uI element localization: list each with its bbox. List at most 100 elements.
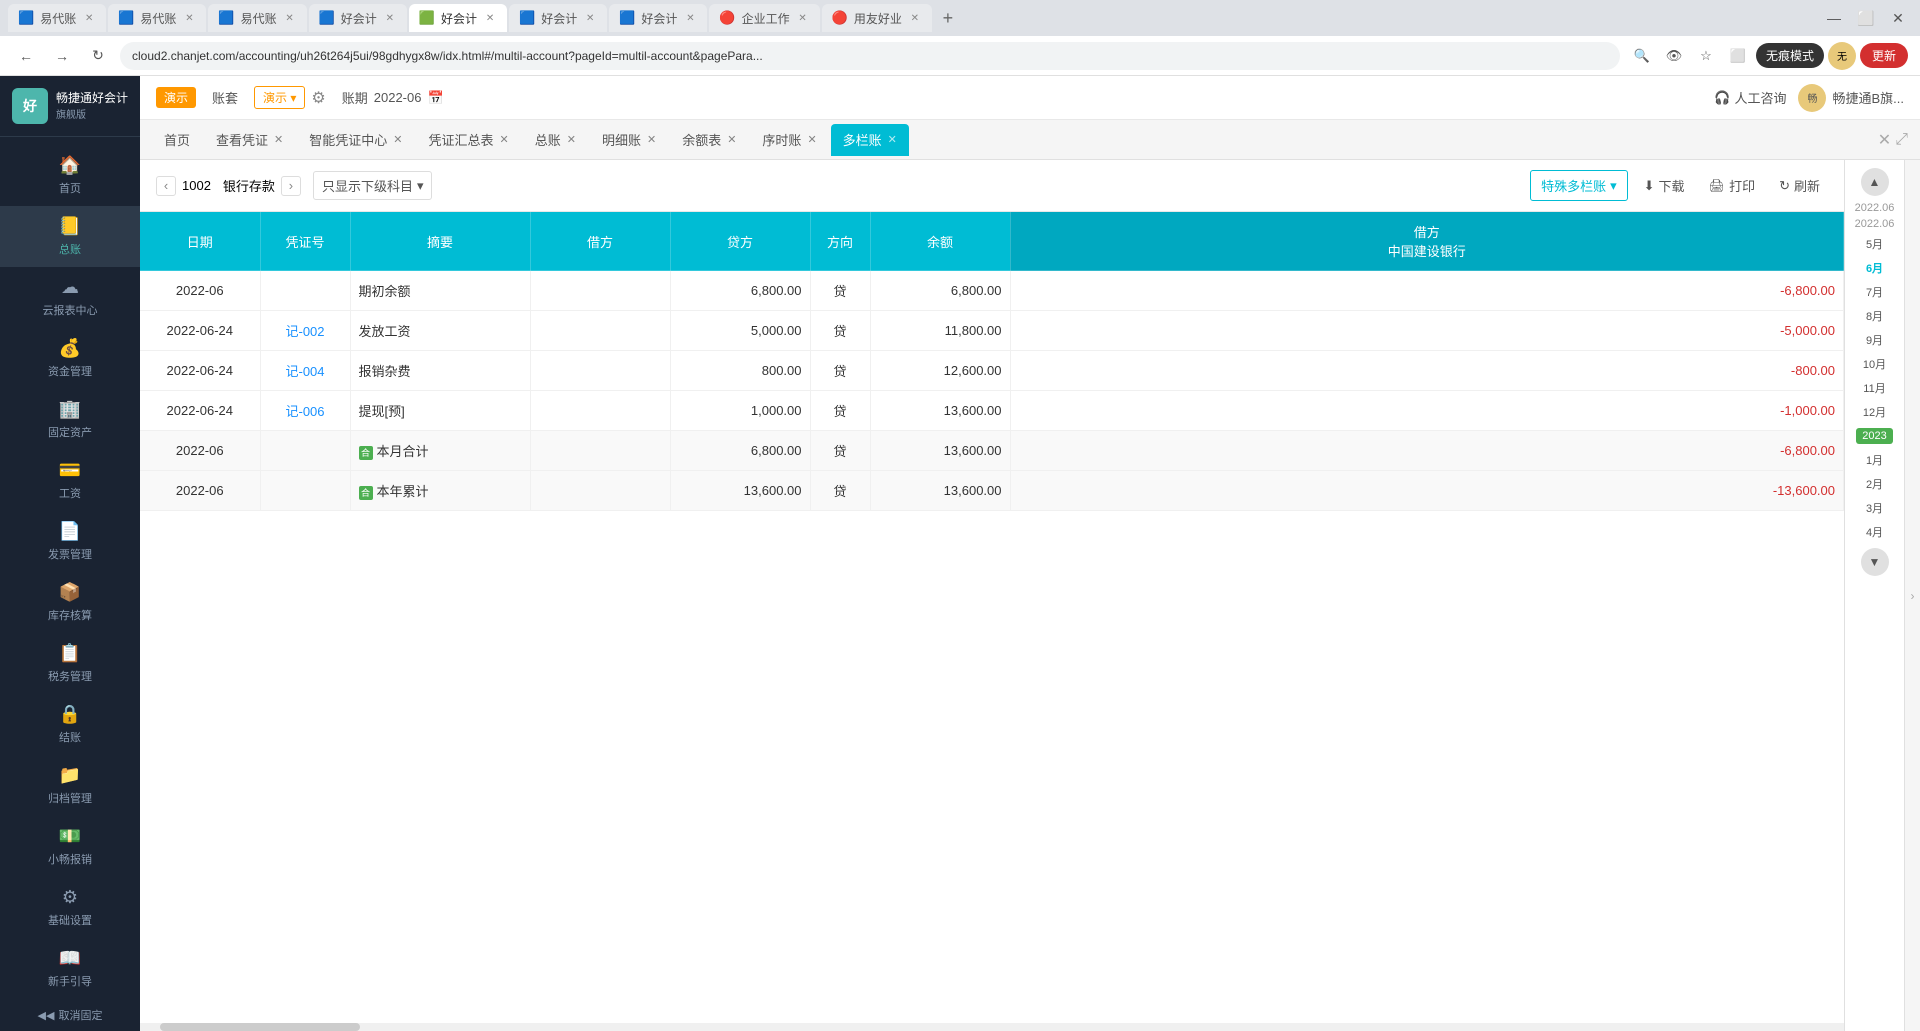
user-avatar-browser[interactable]: 无 [1828,42,1856,70]
search-icon[interactable]: 🔍 [1628,42,1656,70]
tab-detail-ledger-close[interactable]: ✕ [647,133,656,146]
download-button[interactable]: ⬇ 下载 [1636,171,1693,200]
tab-voucher-summary-close[interactable]: ✕ [500,133,509,146]
timeline-month-7[interactable]: 7月 [1845,280,1904,304]
sidebar-item-guide[interactable]: 📖 新手引导 [0,938,140,999]
timeline-month-9[interactable]: 9月 [1845,328,1904,352]
timeline-month-12[interactable]: 12月 [1845,400,1904,424]
tab-voucher-summary[interactable]: 凭证汇总表 ✕ [416,124,520,156]
browser-tab-4[interactable]: 🟦 好会计 ✕ [309,4,407,32]
refresh-button[interactable]: ↻ [84,42,112,70]
sidebar-item-archive[interactable]: 📁 归档管理 [0,755,140,816]
browser-tab-6[interactable]: 🟦 好会计 ✕ [509,4,607,32]
forward-button[interactable]: → [48,42,76,70]
timeline-scroll-up[interactable]: ▲ [1861,168,1889,196]
sidebar-item-home[interactable]: 🏠 首页 [0,145,140,206]
no-trace-icon[interactable]: 👁 [1660,42,1688,70]
sidebar-item-close[interactable]: 🔒 结账 [0,694,140,755]
demo-dropdown-button[interactable]: 演示 ▾ [254,86,305,109]
sidebar-item-salary[interactable]: 💳 工资 [0,450,140,511]
tab-general-ledger[interactable]: 总账 ✕ [523,124,588,156]
subject-filter-dropdown[interactable]: 只显示下级科目 ▾ [313,171,433,200]
special-multicolumn-button[interactable]: 特殊多栏账 ▾ [1530,170,1628,201]
tab-detail-ledger[interactable]: 明细账 ✕ [590,124,668,156]
right-collapse-panel[interactable]: › [1904,160,1920,1031]
url-input[interactable]: cloud2.chanjet.com/accounting/uh26t264j5… [120,42,1620,70]
tab-close-4[interactable]: ✕ [383,11,397,25]
sidebar-item-expense[interactable]: 💵 小畅报销 [0,816,140,877]
subject-next-button[interactable]: › [281,176,301,196]
timeline-2023-month-1[interactable]: 1月 [1845,448,1904,472]
tab-voucher-view-close[interactable]: ✕ [274,133,283,146]
expand-panel-button[interactable]: ⤢ [1895,131,1908,149]
timeline-2023-month-3[interactable]: 3月 [1845,496,1904,520]
new-tab-button[interactable]: + [934,4,962,32]
cell-voucher[interactable]: 记-004 [260,351,350,391]
tab-home[interactable]: 首页 [152,124,202,156]
timeline-month-5[interactable]: 5月 [1845,232,1904,256]
tab-balance-close[interactable]: ✕ [727,133,736,146]
browser-tab-1[interactable]: 🟦 易代账 ✕ [8,4,106,32]
timeline-month-6[interactable]: 6月 [1845,256,1904,280]
user-info[interactable]: 畅 畅捷通B旗... [1798,84,1904,112]
tab-close-9[interactable]: ✕ [908,11,922,25]
sidebar-item-tax[interactable]: 📋 税务管理 [0,633,140,694]
refresh-button[interactable]: ↻ 刷新 [1771,171,1828,200]
close-panel-button[interactable]: ✕ [1878,130,1891,150]
profile-icon[interactable]: ⬜ [1724,42,1752,70]
tab-multi-column[interactable]: 多栏账 ✕ [831,124,909,156]
timeline-2023-month-4[interactable]: 4月 [1845,520,1904,544]
browser-tab-2[interactable]: 🟦 易代账 ✕ [108,4,206,32]
tab-multi-column-close[interactable]: ✕ [888,133,897,146]
tab-general-ledger-close[interactable]: ✕ [567,133,576,146]
timeline-month-11[interactable]: 11月 [1845,376,1904,400]
tab-smart-voucher[interactable]: 智能凭证中心 ✕ [297,124,414,156]
sidebar-item-report[interactable]: ☁ 云报表中心 [0,267,140,328]
tab-close-1[interactable]: ✕ [82,11,96,25]
tab-close-3[interactable]: ✕ [283,11,297,25]
cell-debit [530,431,670,471]
timeline-month-10[interactable]: 10月 [1845,352,1904,376]
tab-close-8[interactable]: ✕ [796,11,810,25]
timeline-year-2023[interactable]: 2023 [1856,428,1892,444]
back-button[interactable]: ← [12,42,40,70]
no-trace-button[interactable]: 无痕模式 [1756,43,1824,68]
sidebar-item-fund[interactable]: 💰 资金管理 [0,328,140,389]
tab-close-7[interactable]: ✕ [683,11,697,25]
browser-tab-3[interactable]: 🟦 易代账 ✕ [208,4,306,32]
browser-tab-9[interactable]: 🔴 用友好业 ✕ [822,4,932,32]
sidebar-item-ledger[interactable]: 📒 总账 [0,206,140,267]
browser-tab-5[interactable]: 🟩 好会计 ✕ [409,4,507,32]
close-browser-button[interactable]: ✕ [1884,4,1912,32]
tab-smart-voucher-close[interactable]: ✕ [393,133,402,146]
sidebar-item-assets[interactable]: 🏢 固定资产 [0,389,140,450]
tab-sequence-close[interactable]: ✕ [807,133,816,146]
sidebar-item-inventory[interactable]: 📦 库存核算 [0,572,140,633]
tab-sequence[interactable]: 序时账 ✕ [750,124,828,156]
sidebar-item-settings[interactable]: ⚙ 基础设置 [0,877,140,938]
tab-voucher-view[interactable]: 查看凭证 ✕ [204,124,295,156]
horizontal-scrollbar[interactable] [140,1023,1844,1031]
update-button[interactable]: 更新 [1860,43,1908,68]
timeline-scroll-down[interactable]: ▼ [1861,548,1889,576]
sidebar-item-invoice[interactable]: 📄 发票管理 [0,511,140,572]
timeline-2023-month-2[interactable]: 2月 [1845,472,1904,496]
maximize-button[interactable]: ⬜ [1852,4,1880,32]
cell-voucher[interactable]: 记-006 [260,391,350,431]
minimize-button[interactable]: — [1820,4,1848,32]
browser-tab-8[interactable]: 🔴 企业工作 ✕ [709,4,819,32]
calendar-icon[interactable]: 📅 [427,90,443,106]
sidebar-pin-button[interactable]: ◀◀ 取消固定 [0,999,140,1031]
tab-close-2[interactable]: ✕ [182,11,196,25]
timeline-month-8[interactable]: 8月 [1845,304,1904,328]
bookmark-icon[interactable]: ☆ [1692,42,1720,70]
tab-balance[interactable]: 余额表 ✕ [670,124,748,156]
tab-close-5[interactable]: ✕ [483,11,497,25]
consult-button[interactable]: 🎧 人工咨询 [1714,88,1786,107]
tab-close-6[interactable]: ✕ [583,11,597,25]
settings-icon[interactable]: ⚙ [311,88,325,108]
print-button[interactable]: 🖨 打印 [1701,171,1764,200]
browser-tab-7[interactable]: 🟦 好会计 ✕ [609,4,707,32]
subject-prev-button[interactable]: ‹ [156,176,176,196]
cell-voucher[interactable]: 记-002 [260,311,350,351]
